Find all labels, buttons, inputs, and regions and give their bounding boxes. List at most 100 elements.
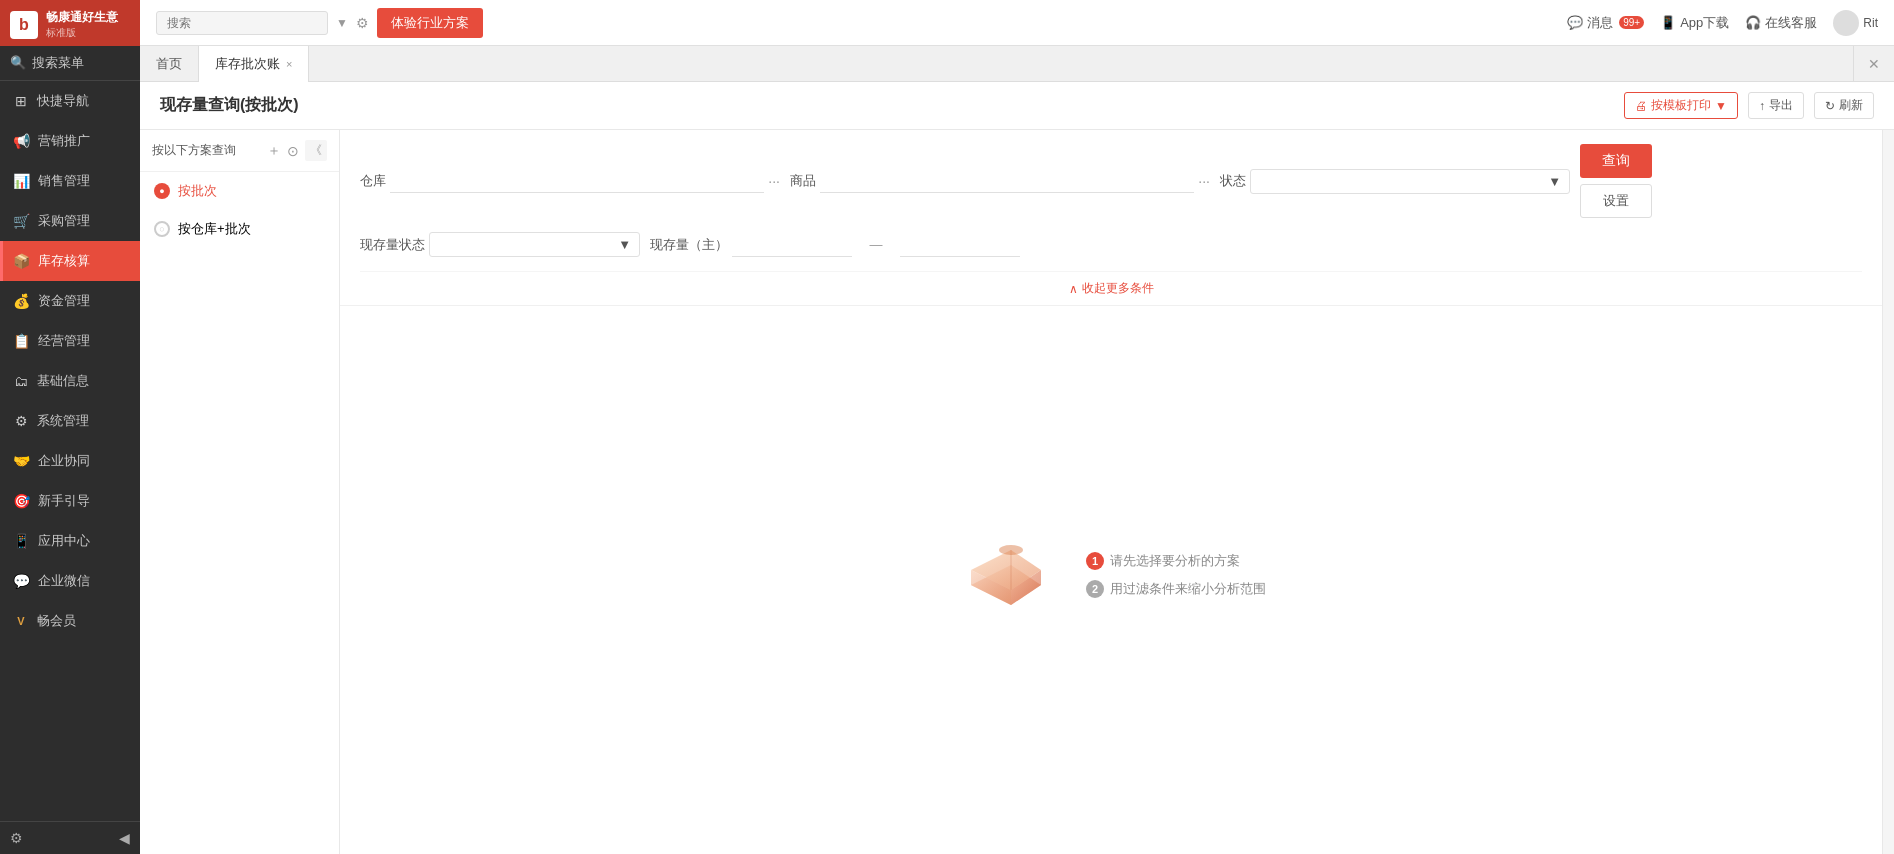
scheme-panel-icons: ＋ ⊙ 《 [267,140,327,161]
sidebar-item-quick-nav[interactable]: ⊞ 快捷导航 [0,81,140,121]
avatar [1833,10,1859,36]
product-input[interactable] [820,169,1194,193]
tab-close-icon[interactable]: × [286,58,292,70]
sidebar-item-label: 经营管理 [38,332,90,350]
page-actions: 🖨 按模板打印 ▼ ↑ 导出 ↻ 刷新 [1624,92,1874,119]
export-btn[interactable]: ↑ 导出 [1748,92,1804,119]
template-print-btn[interactable]: 🖨 按模板打印 ▼ [1624,92,1738,119]
product-ellipsis-btn[interactable]: ··· [1198,173,1210,189]
sidebar-item-purchase[interactable]: 🛒 采购管理 [0,201,140,241]
empty-hint-2: 2 用过滤条件来缩小分析范围 [1086,580,1266,598]
tab-extra-close[interactable]: ✕ [1853,46,1894,82]
hint-text-2: 用过滤条件来缩小分析范围 [1110,580,1266,598]
print-chevron-icon[interactable]: ▼ [1715,99,1727,113]
inventory-qty-to-input[interactable] [900,233,1020,257]
ops-icon: 📋 [13,333,30,349]
left-panel-header: 按以下方案查询 ＋ ⊙ 《 [140,130,339,172]
sidebar-item-ops[interactable]: 📋 经营管理 [0,321,140,361]
headset-icon: 🎧 [1745,15,1761,30]
online-service-btn[interactable]: 🎧 在线客服 [1745,14,1817,32]
tabs-bar: 首页 库存批次账 × ✕ [140,46,1894,82]
sidebar-item-label: 库存核算 [38,252,90,270]
app-info: 畅康通好生意 标准版 [46,10,118,40]
warehouse-input[interactable] [390,169,764,193]
sidebar-footer: ⚙ ◀ [0,821,140,854]
empty-hints: 1 请先选择要分析的方案 2 用过滤条件来缩小分析范围 [1086,552,1266,608]
refresh-btn[interactable]: ↻ 刷新 [1814,92,1874,119]
page-title: 现存量查询(按批次) [160,95,299,116]
tab-inventory-batch[interactable]: 库存批次账 × [199,46,309,82]
sidebar-item-basic[interactable]: 🗂 基础信息 [0,361,140,401]
footer-settings-icon[interactable]: ⚙ [10,830,23,846]
filter-collapse-btn[interactable]: ∧ 收起更多条件 [360,271,1862,305]
purchase-icon: 🛒 [13,213,30,229]
sidebar-item-label: 应用中心 [38,532,90,550]
query-btn[interactable]: 查询 [1580,144,1652,178]
sidebar-item-enterprise[interactable]: 🤝 企业协同 [0,441,140,481]
scheme-item-batch[interactable]: ● 按批次 [140,172,339,210]
hint-num-1: 1 [1086,552,1104,570]
user-avatar-btn[interactable]: Rit [1833,10,1878,36]
sidebar-item-inventory[interactable]: 📦 库存核算 [0,241,140,281]
scheme-panel-title: 按以下方案查询 [152,142,236,159]
scheme-item-warehouse-batch[interactable]: ○ 按仓库+批次 [140,210,339,248]
topbar-chevron-icon[interactable]: ▼ [336,16,348,30]
sidebar-item-label: 新手引导 [38,492,90,510]
status-select[interactable]: ▼ [1250,169,1570,194]
user-name-label: Rit [1863,16,1878,30]
phone-icon: 📱 [1660,15,1676,30]
sidebar-item-system[interactable]: ⚙ 系统管理 [0,401,140,441]
settings-scheme-icon[interactable]: ⊙ [287,143,299,159]
settings-btn[interactable]: 设置 [1580,184,1652,218]
topbar-search-input[interactable] [156,11,328,35]
sidebar-item-label: 快捷导航 [37,92,89,110]
right-panel: 仓库 ··· 商品 ··· 状态 ▼ [340,130,1882,854]
inventory-qty-from-input[interactable] [732,233,852,257]
experience-btn[interactable]: 体验行业方案 [377,8,483,38]
inventory-status-arrow: ▼ [618,237,631,252]
topbar: ▼ ⚙ 体验行业方案 💬 消息 99+ 📱 App下载 🎧 在线客服 Rit [140,0,1894,46]
sales-icon: 📊 [13,173,30,189]
qty-dash: — [856,237,896,252]
enterprise-icon: 🤝 [13,453,30,469]
filter-status: 状态 ▼ [1220,169,1570,194]
warehouse-ellipsis-btn[interactable]: ··· [768,173,780,189]
sidebar-item-sales[interactable]: 📊 销售管理 [0,161,140,201]
sidebar-item-newbie[interactable]: 🎯 新手引导 [0,481,140,521]
inventory-icon: 📦 [13,253,30,269]
tab-home[interactable]: 首页 [140,46,199,82]
filter-row-1: 仓库 ··· 商品 ··· 状态 ▼ [360,144,1862,218]
export-icon: ↑ [1759,99,1765,113]
collapse-label: 收起更多条件 [1082,280,1154,297]
sidebar-search[interactable]: 🔍 搜索菜单 [0,46,140,81]
empty-state: 1 请先选择要分析的方案 2 用过滤条件来缩小分析范围 [340,306,1882,854]
scheme-warehouse-batch-label: 按仓库+批次 [178,220,251,238]
collapse-chevron-icon: ∧ [1069,282,1078,296]
sidebar-item-wechat[interactable]: 💬 企业微信 [0,561,140,601]
add-scheme-icon[interactable]: ＋ [267,142,281,160]
sidebar-item-label: 资金管理 [38,292,90,310]
sidebar: b 畅康通好生意 标准版 🔍 搜索菜单 ⊞ 快捷导航 📢 营销推广 📊 销售管理… [0,0,140,854]
topbar-gear-icon[interactable]: ⚙ [356,15,369,31]
messages-btn[interactable]: 💬 消息 99+ [1567,14,1644,32]
sidebar-item-label: 企业协同 [38,452,90,470]
app-logo: b [10,11,38,39]
right-scrollbar[interactable] [1882,130,1894,854]
sidebar-item-finance[interactable]: 💰 资金管理 [0,281,140,321]
sidebar-item-vip[interactable]: V 畅会员 [0,601,140,641]
footer-collapse-icon[interactable]: ◀ [119,830,130,846]
newbie-icon: 🎯 [13,493,30,509]
export-label: 导出 [1769,97,1793,114]
sidebar-item-marketing[interactable]: 📢 营销推广 [0,121,140,161]
inventory-status-select[interactable]: ▼ [429,232,640,257]
app-download-btn[interactable]: 📱 App下载 [1660,14,1729,32]
empty-box-svg [956,530,1056,630]
action-buttons: 查询 设置 [1580,144,1652,218]
hint-text-1: 请先选择要分析的方案 [1110,552,1240,570]
sidebar-item-apps[interactable]: 📱 应用中心 [0,521,140,561]
warehouse-filter-label: 仓库 [360,172,386,190]
edition-label: 标准版 [46,26,118,40]
collapse-scheme-btn[interactable]: 《 [305,140,327,161]
search-menu-label: 搜索菜单 [32,54,84,72]
template-print-label: 按模板打印 [1651,97,1711,114]
